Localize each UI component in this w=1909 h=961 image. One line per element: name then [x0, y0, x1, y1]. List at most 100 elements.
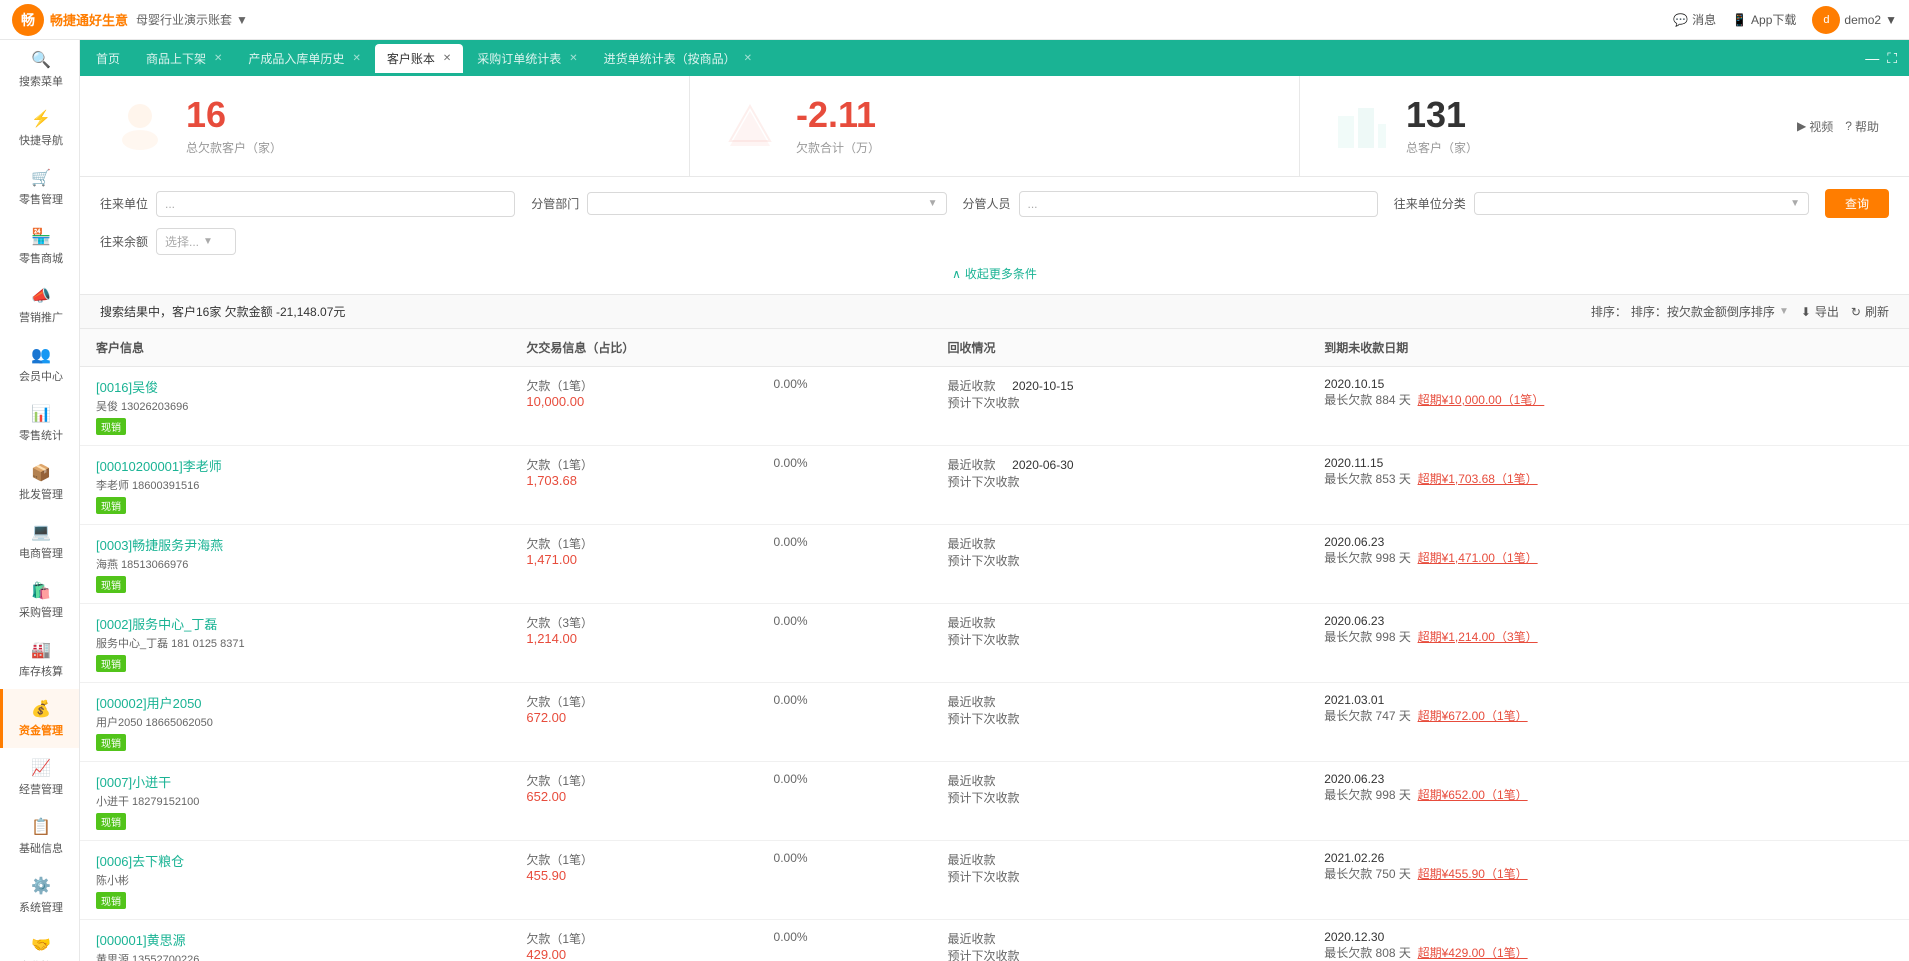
customer-name-2[interactable]: [0003]畅捷服务尹海燕: [96, 535, 494, 554]
sidebar-item-member[interactable]: 👥 会员中心: [0, 335, 79, 394]
tab-purchase-order-close[interactable]: ✕: [569, 53, 577, 64]
app-name: 畅捷通好生意: [50, 10, 128, 29]
table-row: [000002]用户2050 用户2050 18665062050 现销 欠款（…: [80, 683, 1909, 762]
export-btn[interactable]: ⬇ 导出: [1801, 303, 1839, 320]
sidebar-item-enterprise[interactable]: 🤝 企业协同: [0, 925, 79, 961]
cell-debt-count-5: 欠款（1笔） 652.00: [510, 762, 745, 841]
debt-amount-2[interactable]: 1,471.00: [526, 552, 729, 567]
last-payment-date-1: 2020-06-30: [999, 458, 1074, 472]
video-btn[interactable]: ▶ 视频: [1797, 118, 1833, 135]
stat-total-customers-icon: [1330, 96, 1390, 156]
debt-amount-6[interactable]: 455.90: [526, 868, 729, 883]
customer-tag-3: 现销: [96, 655, 126, 672]
sidebar-item-finance[interactable]: 💰 资金管理: [0, 689, 79, 748]
sidebar-item-purchase[interactable]: 🛍️ 采购管理: [0, 571, 79, 630]
overdue-link-4[interactable]: 超期¥672.00（1笔）: [1418, 709, 1528, 723]
debt-amount-3[interactable]: 1,214.00: [526, 631, 729, 646]
filter-unit-classify: 往来单位分类 ▼: [1394, 192, 1809, 215]
tab-customer-account[interactable]: 客户账本 ✕: [375, 44, 463, 73]
customer-name-3[interactable]: [0002]服务中心_丁磊: [96, 614, 494, 633]
tab-minimize-btn[interactable]: —: [1865, 50, 1879, 67]
message-icon: 💬: [1673, 13, 1688, 27]
tab-purchase-order[interactable]: 采购订单统计表 ✕: [465, 44, 589, 73]
overdue-days-0: 最长欠款 884 天 超期¥10,000.00（1笔）: [1324, 391, 1893, 408]
tab-instock-stats-close[interactable]: ✕: [744, 53, 752, 64]
collapse-btn[interactable]: ∧ 收起更多条件: [100, 265, 1889, 282]
cell-recovery-0: 最近收款 2020-10-15 预计下次收款: [931, 367, 1308, 446]
cell-due-date-2: 2020.06.23 最长欠款 998 天 超期¥1,471.00（1笔）: [1308, 525, 1909, 604]
sidebar-item-warehouse[interactable]: 🏭 库存核算: [0, 630, 79, 689]
tab-customer-account-close[interactable]: ✕: [443, 53, 451, 64]
tab-home-label: 首页: [96, 50, 120, 67]
sidebar-item-base-info[interactable]: 📋 基础信息: [0, 807, 79, 866]
overdue-link-7[interactable]: 超期¥429.00（1笔）: [1418, 946, 1528, 960]
tab-home[interactable]: 首页: [84, 44, 132, 73]
tab-product-instock[interactable]: 产成品入库单历史 ✕: [236, 44, 372, 73]
sidebar-item-retail-mgmt[interactable]: 🛒 零售管理: [0, 158, 79, 217]
debt-amount-1[interactable]: 1,703.68: [526, 473, 729, 488]
tab-product-shelf[interactable]: 商品上下架 ✕: [134, 44, 234, 73]
tab-maximize-btn[interactable]: ⛶: [1887, 50, 1897, 67]
debt-amount-0[interactable]: 10,000.00: [526, 394, 729, 409]
debt-amount-7[interactable]: 429.00: [526, 947, 729, 961]
sidebar-item-system[interactable]: ⚙️ 系统管理: [0, 866, 79, 925]
dept-label: 分管部门: [531, 195, 579, 212]
tab-product-shelf-close[interactable]: ✕: [214, 53, 222, 64]
cell-due-date-7: 2020.12.30 最长欠款 808 天 超期¥429.00（1笔）: [1308, 920, 1909, 961]
overdue-link-1[interactable]: 超期¥1,703.68（1笔）: [1418, 472, 1538, 486]
sidebar-item-batch-mgmt[interactable]: 📦 批发管理: [0, 453, 79, 512]
customer-name-5[interactable]: [0007]小迸干: [96, 772, 494, 791]
balance-select[interactable]: 选择... ▼: [156, 228, 236, 255]
debt-amount-4[interactable]: 672.00: [526, 710, 729, 725]
cell-debt-count-1: 欠款（1笔） 1,703.68: [510, 446, 745, 525]
filter-dept: 分管部门 ▼: [531, 192, 946, 215]
customer-name-7[interactable]: [000001]黄思源: [96, 930, 494, 949]
message-btn[interactable]: 💬 消息: [1673, 11, 1716, 28]
industry-select[interactable]: 母婴行业演示账套 ▼: [136, 11, 248, 28]
cell-customer-info-2: [0003]畅捷服务尹海燕 海燕 18513066976 现销: [80, 525, 510, 604]
main-content: 首页 商品上下架 ✕ 产成品入库单历史 ✕ 客户账本 ✕ 采购订单统计表 ✕ 进…: [80, 40, 1909, 961]
sort-select[interactable]: 排序： 排序：按欠款金额倒序排序 ▼: [1591, 303, 1789, 320]
cell-recovery-4: 最近收款 预计下次收款: [931, 683, 1308, 762]
refresh-btn[interactable]: ↻ 刷新: [1851, 303, 1889, 320]
sidebar-item-operations[interactable]: 📈 经营管理: [0, 748, 79, 807]
overdue-link-6[interactable]: 超期¥455.90（1笔）: [1418, 867, 1528, 881]
tab-product-instock-close[interactable]: ✕: [352, 53, 360, 64]
overdue-link-5[interactable]: 超期¥652.00（1笔）: [1418, 788, 1528, 802]
sidebar-item-marketing[interactable]: 📣 营销推广: [0, 276, 79, 335]
sidebar-item-quick-nav[interactable]: ⚡ 快捷导航: [0, 99, 79, 158]
overdue-link-0[interactable]: 超期¥10,000.00（1笔）: [1418, 393, 1545, 407]
help-btn[interactable]: ? 帮助: [1845, 118, 1879, 135]
source-unit-input[interactable]: ...: [156, 191, 515, 217]
sidebar-item-retail-mall[interactable]: 🏪 零售商城: [0, 217, 79, 276]
sidebar-item-search[interactable]: 🔍 搜索菜单: [0, 40, 79, 99]
due-date-1: 2020.11.15: [1324, 456, 1893, 470]
debt-amount-5[interactable]: 652.00: [526, 789, 729, 804]
customer-name-6[interactable]: [0006]去下粮仓: [96, 851, 494, 870]
overdue-days-text-2: 最长欠款 998 天: [1324, 551, 1414, 565]
cell-customer-info-6: [0006]去下粮仓 陈小彬 现销: [80, 841, 510, 920]
customer-name-4[interactable]: [000002]用户2050: [96, 693, 494, 712]
unit-classify-select[interactable]: ▼: [1474, 192, 1809, 215]
overdue-link-2[interactable]: 超期¥1,471.00（1笔）: [1418, 551, 1538, 565]
search-button[interactable]: 查询: [1825, 189, 1889, 218]
app-download-btn[interactable]: 📱 App下载: [1732, 11, 1796, 28]
table-row: [0003]畅捷服务尹海燕 海燕 18513066976 现销 欠款（1笔） 1…: [80, 525, 1909, 604]
stat-debt-customers-icon: [110, 96, 170, 156]
customer-name-1[interactable]: [00010200001]李老师: [96, 456, 494, 475]
overdue-link-3[interactable]: 超期¥1,214.00（3笔）: [1418, 630, 1538, 644]
tab-instock-stats[interactable]: 进货单统计表（按商品） ✕: [592, 44, 764, 73]
sidebar-purchase-label: 采购管理: [7, 604, 75, 620]
user-menu[interactable]: d demo2 ▼: [1812, 6, 1897, 34]
dept-select[interactable]: ▼: [587, 192, 946, 215]
tab-product-instock-label: 产成品入库单历史: [248, 50, 344, 67]
recovery-info-4: 最近收款: [947, 693, 1292, 710]
cell-debt-ratio-0: 0.00%: [746, 367, 932, 446]
overdue-days-text-6: 最长欠款 750 天: [1324, 867, 1414, 881]
next-payment-1: 预计下次收款: [947, 473, 1292, 490]
sidebar-item-retail-stats[interactable]: 📊 零售统计: [0, 394, 79, 453]
sidebar-item-ecommerce[interactable]: 💻 电商管理: [0, 512, 79, 571]
customer-name-0[interactable]: [0016]吴俊: [96, 377, 494, 396]
person-input[interactable]: ...: [1019, 191, 1378, 217]
recovery-info-2: 最近收款: [947, 535, 1292, 552]
